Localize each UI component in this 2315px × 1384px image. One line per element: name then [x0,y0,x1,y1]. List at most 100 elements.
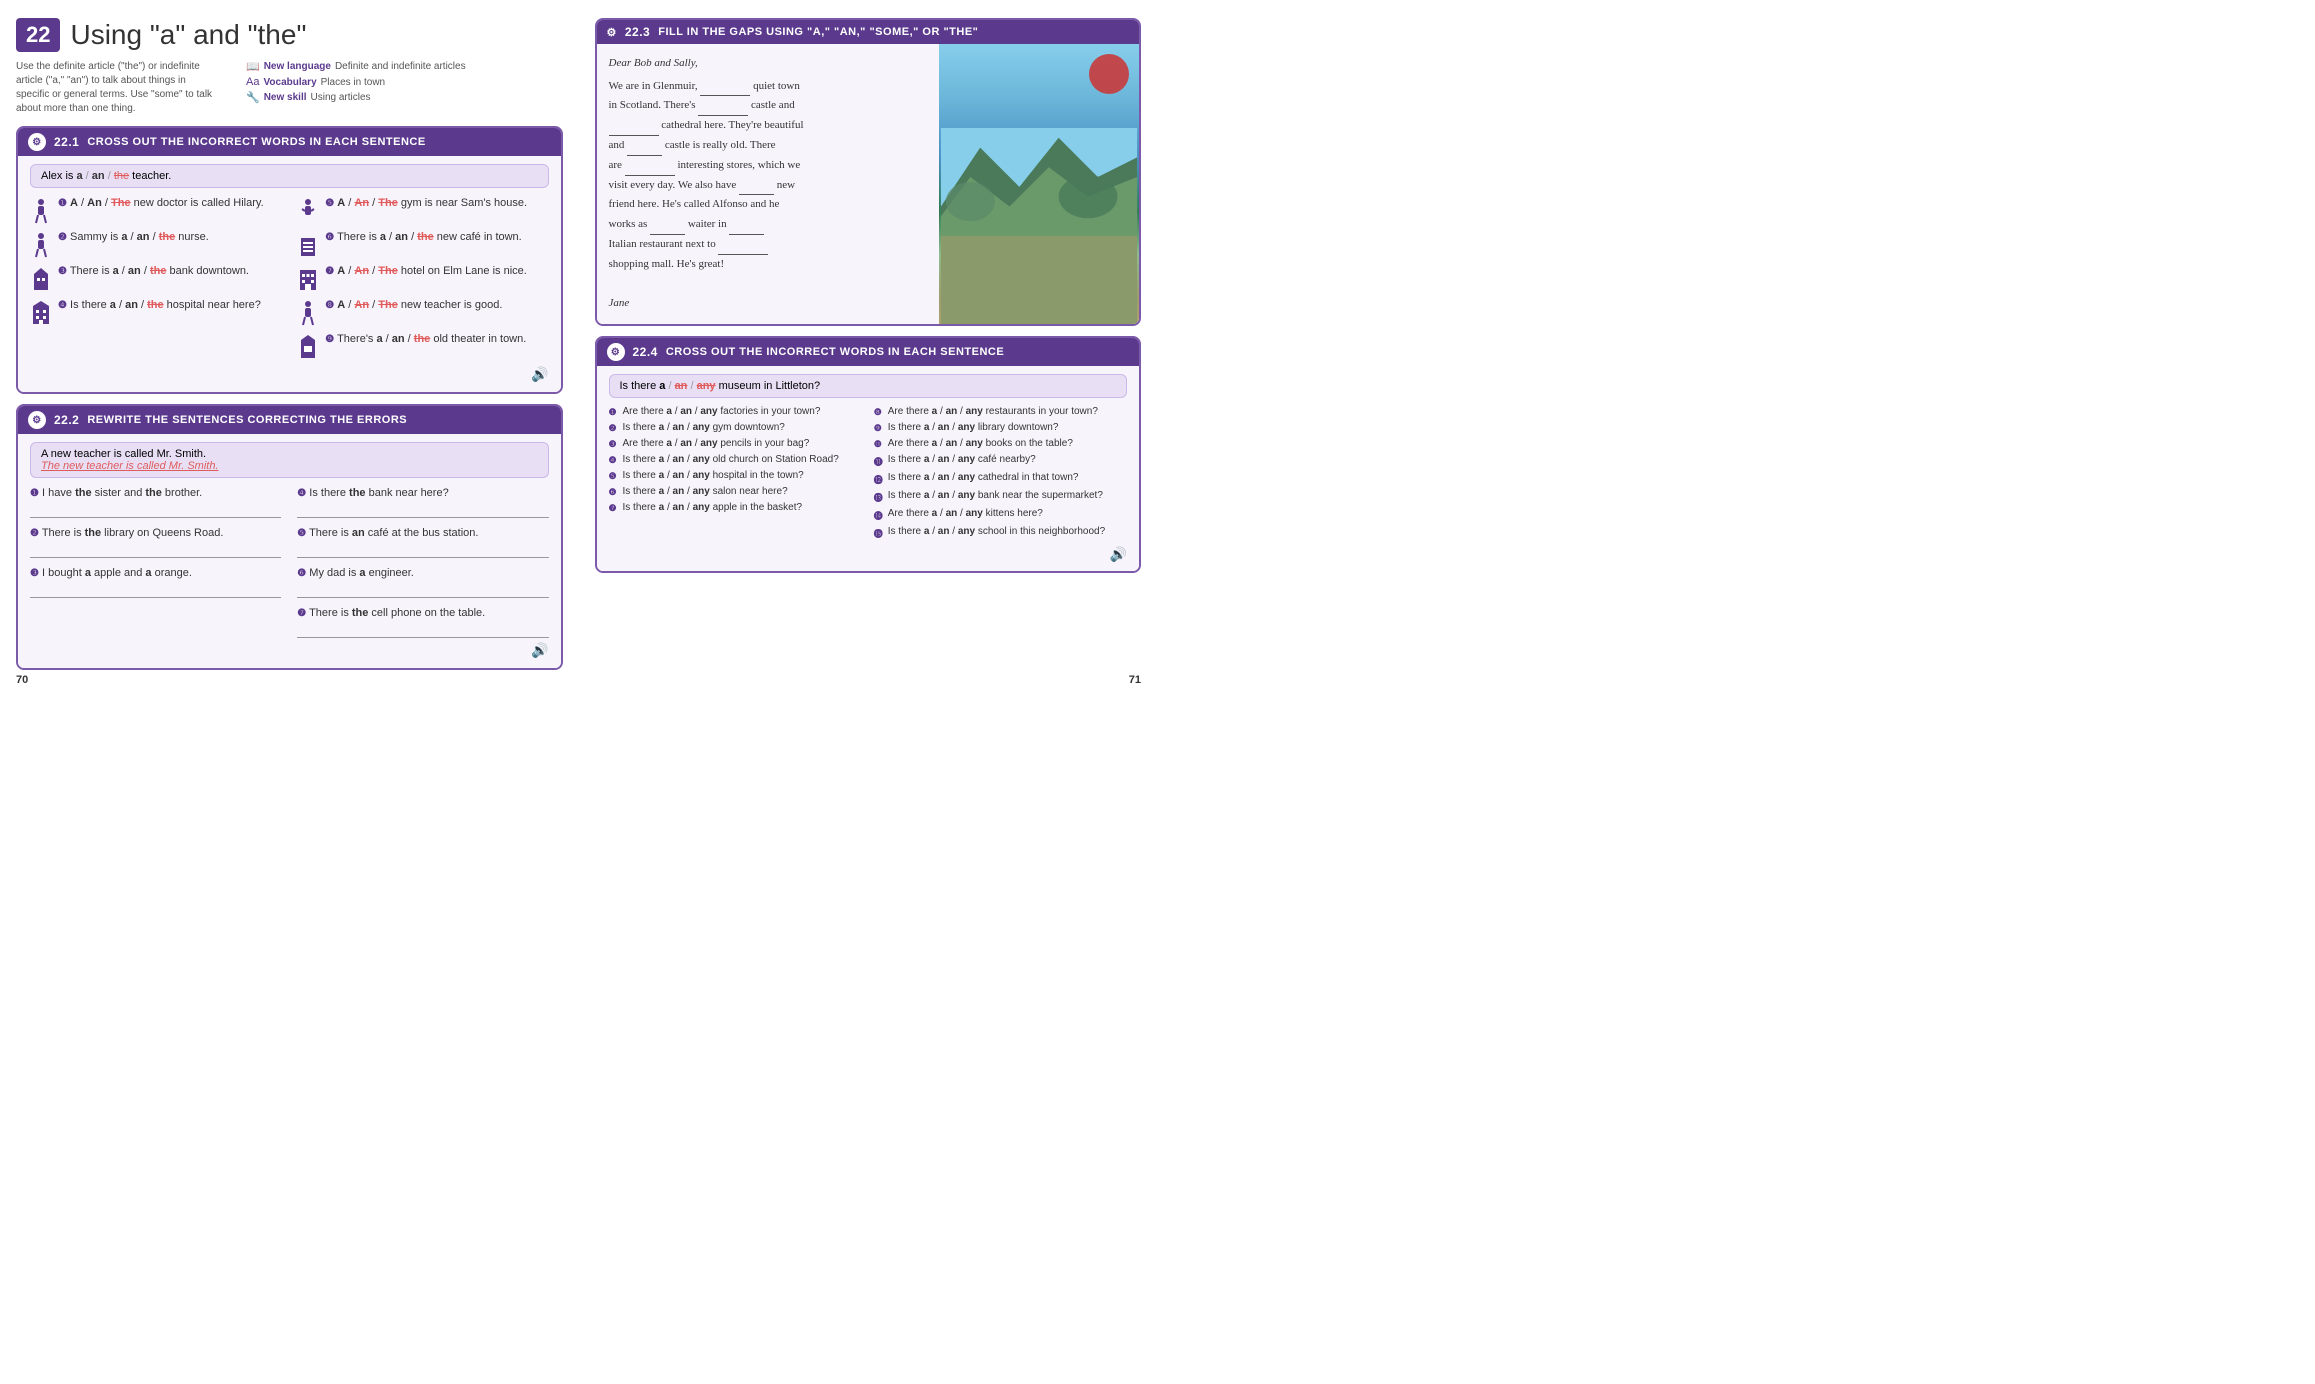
person-icon-1 [30,197,52,225]
22-4-item-7: ❼ Is there a / an / any apple in the bas… [609,500,862,516]
22-1-item-1-text: A / An / The new doctor is called Hilary… [70,197,264,209]
chapter-title: 22 Using "a" and "the" [16,18,563,52]
gym-icon-5 [297,197,319,225]
22-2-item-2: ❷ There is the library on Queens Road. [30,524,281,542]
22-2-item-6: ❻ My dad is a engineer. [297,564,548,582]
left-page: 22 Using "a" and "the" Use the definite … [0,0,579,692]
22-4-item-1: ❶ Are there a / an / any factories in yo… [609,404,862,420]
22-2-line-5 [297,544,548,558]
letter-signature: Jane [609,297,630,309]
chapter-number: 22 [16,18,60,52]
skill-icon: 🔧 [246,91,260,104]
blank-1 [700,82,750,96]
audio-icon-22-4[interactable]: 🔊 [874,546,1127,563]
postcard-stamp [1089,54,1129,94]
22-4-right-col: ❽ Are there a / an / any restaurants in … [874,404,1127,563]
22-1-item-1: ❶ A / An / The new doctor is called Hila… [30,194,281,228]
gear-icon-22-2: ⚙ [28,411,46,429]
chapter-title-text: Using "a" and "the" [70,19,306,51]
22-1-exercise-grid: ❶ A / An / The new doctor is called Hila… [30,194,549,384]
num-1: ❶ [58,198,67,209]
section-22-2-title: REWRITE THE SENTENCES CORRECTING THE ERR… [87,414,407,426]
22-4-item-15: ⓯ Is there a / an / any school in this n… [874,524,1127,542]
22-2-left-col: ❶ I have the sister and the brother. ❷ T… [30,484,281,660]
22-2-item-3: ❸ I bought a apple and a orange. [30,564,281,582]
22-2-corrected: The new teacher is called Mr. Smith. [41,460,538,472]
blank-9 [718,241,768,255]
section-22-1-num: 22.1 [54,135,79,149]
22-2-item-5: ❺ There is an café at the bus station. [297,524,548,542]
section-22-2-body: A new teacher is called Mr. Smith. The n… [18,434,561,668]
22-4-item-12: ⓬ Is there a / an / any cathedral in tha… [874,470,1127,488]
hotel-icon-7 [297,265,319,293]
22-1-item-5: ❺ A / An / The gym is near Sam's house. [297,194,548,228]
section-22-3-num: 22.3 [625,25,650,39]
section-22-4-num: 22.4 [633,345,658,359]
page-num-right: 71 [1129,674,1141,686]
new-skill-label: New skill [264,92,307,103]
page: 22 Using "a" and "the" Use the definite … [0,0,1157,692]
22-1-example: Alex is a / an / the teacher. [30,164,549,188]
22-2-line-1 [30,504,281,518]
22-4-item-3: ❸ Are there a / an / any pencils in your… [609,436,862,452]
22-4-item-11: ⓫ Is there a / an / any café nearby? [874,452,1127,470]
22-4-item-6: ❻ Is there a / an / any salon near here? [609,484,862,500]
info-bar: Use the definite article ("the") or inde… [16,60,563,116]
22-2-line-3 [30,584,281,598]
22-2-original: A new teacher is called Mr. Smith. [41,448,538,460]
vocabulary-info: Aa Vocabulary Places in town [246,76,466,88]
section-22-1-header: ⚙ 22.1 CROSS OUT THE INCORRECT WORDS IN … [18,128,561,156]
audio-icon-22-1[interactable]: 🔊 [297,366,548,384]
gear-icon-22-1: ⚙ [28,133,46,151]
gear-icon-22-4: ⚙ [607,343,625,361]
22-4-left-col: ❶ Are there a / an / any factories in yo… [609,404,862,563]
cafe-icon-6 [297,231,319,259]
22-4-example: Is there a / an / any museum in Littleto… [609,374,1128,398]
22-2-item-4: ❹ Is there the bank near here? [297,484,548,502]
22-4-item-4: ❹ Is there a / an / any old church on St… [609,452,862,468]
22-1-right-col: ❺ A / An / The gym is near Sam's house. … [297,194,548,384]
22-4-item-9: ❾ Is there a / an / any library downtown… [874,420,1127,436]
22-4-item-14: ⓮ Are there a / an / any kittens here? [874,506,1127,524]
letter-salutation: Dear Bob and Sally, [609,54,928,73]
blank-6 [739,181,774,195]
vocabulary-label: Vocabulary [263,77,316,88]
22-2-example: A new teacher is called Mr. Smith. The n… [30,442,549,478]
new-language-label: New language [264,61,331,72]
22-1-item-9: ❾ There's a / an / the old theater in to… [297,330,548,364]
22-2-line-2 [30,544,281,558]
22-2-right-col: ❹ Is there the bank near here? ❺ There i… [297,484,548,660]
art-the: the [114,170,129,182]
section-22-3: ⚙ 22.3 FILL IN THE GAPS USING "A," "AN,"… [595,18,1142,326]
22-4-item-13: ⓭ Is there a / an / any bank near the su… [874,488,1127,506]
section-22-1: ⚙ 22.1 CROSS OUT THE INCORRECT WORDS IN … [16,126,563,394]
gear-icon-22-3: ⚙ [607,26,617,39]
section-22-2-header: ⚙ 22.2 REWRITE THE SENTENCES CORRECTING … [18,406,561,434]
22-2-line-6 [297,584,548,598]
building-icon-4 [30,299,52,327]
person-icon-8 [297,299,319,327]
blank-5 [625,162,675,176]
theater-icon-9 [297,333,319,361]
22-2-item-7: ❼ There is the cell phone on the table. [297,604,548,622]
blank-4 [627,142,662,156]
section-22-4-header: ⚙ 22.4 CROSS OUT THE INCORRECT WORDS IN … [597,338,1140,366]
new-skill-val: Using articles [311,92,371,103]
blank-7 [650,221,685,235]
right-page: ⚙ 22.3 FILL IN THE GAPS USING "A," "AN,"… [579,0,1158,692]
audio-icon-22-2[interactable]: 🔊 [297,642,548,660]
landscape-svg [939,128,1139,324]
22-4-item-2: ❷ Is there a / an / any gym downtown? [609,420,862,436]
blank-3 [609,122,659,136]
vocab-icon: Aa [246,76,259,88]
vocabulary-val: Places in town [321,77,385,88]
22-2-line-7 [297,624,548,638]
section-22-1-title: CROSS OUT THE INCORRECT WORDS IN EACH SE… [87,136,425,148]
22-1-item-8: ❽ A / An / The new teacher is good. [297,296,548,330]
section-22-2-num: 22.2 [54,413,79,427]
new-language-info: 📖 New language Definite and indefinite a… [246,60,466,73]
blank-2 [698,102,748,116]
new-language-val: Definite and indefinite articles [335,61,466,72]
chapter-intro: Use the definite article ("the") or inde… [16,60,216,116]
new-skill-info: 🔧 New skill Using articles [246,91,466,104]
